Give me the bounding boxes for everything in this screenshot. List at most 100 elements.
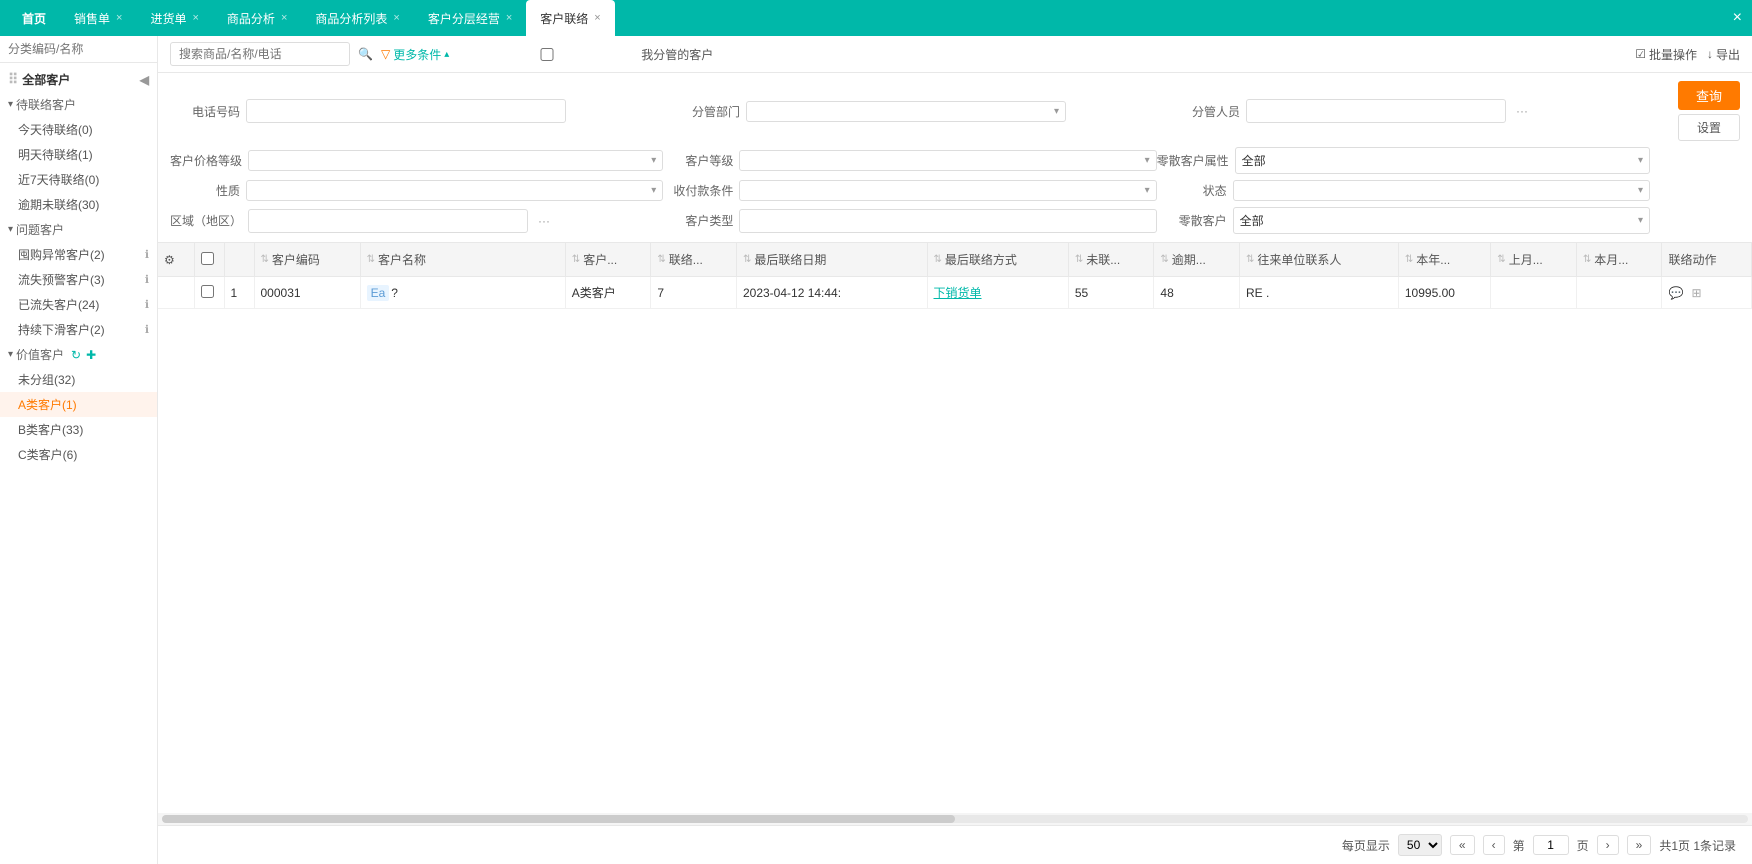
tab-analysis-label: 商品分析: [227, 10, 275, 27]
next-page-button[interactable]: ›: [1597, 835, 1619, 855]
settings-icon[interactable]: ⚙: [164, 253, 175, 267]
payment-select[interactable]: ▾: [739, 180, 1156, 201]
col-uncontact[interactable]: ⇅未联...: [1068, 243, 1154, 277]
my-customers-checkbox-label[interactable]: 我分管的客户: [457, 46, 713, 63]
sidebar-group-value[interactable]: ▾ 价值客户 ↻ ✚: [0, 342, 157, 367]
query-button[interactable]: 查询: [1678, 81, 1740, 110]
search-input[interactable]: [170, 42, 350, 66]
tab-customer-tier[interactable]: 客户分层经营 ×: [414, 0, 526, 36]
tab-customer-tier-close[interactable]: ×: [506, 12, 512, 24]
sidebar-item-hoarding[interactable]: 囤购异常客户(2) ℹ: [0, 242, 157, 267]
tab-home[interactable]: 首页: [8, 0, 60, 36]
sidebar-item-today[interactable]: 今天待联络(0): [0, 117, 157, 142]
sidebar-item-c-class[interactable]: C类客户(6): [0, 442, 157, 467]
sidebar-search-input[interactable]: [8, 42, 158, 56]
cell-last-way[interactable]: 下销货单: [927, 277, 1068, 309]
tab-customer-contact-close[interactable]: ×: [594, 12, 600, 24]
col-last-month[interactable]: ⇅上月...: [1491, 243, 1577, 277]
row-checkbox[interactable]: [201, 285, 214, 298]
churn-warning-info-icon: ℹ: [145, 273, 149, 286]
first-page-button[interactable]: «: [1450, 835, 1475, 855]
grid-icon[interactable]: ⊞: [1691, 286, 1701, 300]
sidebar-item-churn-warning[interactable]: 流失预警客户(3) ℹ: [0, 267, 157, 292]
sidebar-item-a-class[interactable]: A类客户(1): [0, 392, 157, 417]
sidebar-item-overdue[interactable]: 逾期未联络(30): [0, 192, 157, 217]
sidebar-item-churned[interactable]: 已流失客户(24) ℹ: [0, 292, 157, 317]
col-checkbox[interactable]: [194, 243, 224, 277]
region-input[interactable]: [248, 209, 528, 233]
retail-attr-select[interactable]: 全部 ▾: [1235, 147, 1650, 174]
sort-icon: ⇅: [1246, 254, 1254, 265]
scroll-thumb[interactable]: [162, 815, 955, 823]
page-number-input[interactable]: [1533, 835, 1569, 855]
sidebar-item-7days[interactable]: 近7天待联络(0): [0, 167, 157, 192]
col-name[interactable]: ⇅客户名称: [360, 243, 565, 277]
last-page-button[interactable]: »: [1627, 835, 1652, 855]
sidebar-item-b-class[interactable]: B类客户(33): [0, 417, 157, 442]
price-level-select[interactable]: ▾: [248, 150, 663, 171]
status-select[interactable]: ▾: [1233, 180, 1650, 201]
region-dots-button[interactable]: ···: [534, 214, 554, 228]
select-all-checkbox[interactable]: [201, 252, 214, 265]
search-button[interactable]: 🔍: [358, 47, 373, 61]
customer-level-select[interactable]: ▾: [739, 150, 1156, 171]
sidebar-all-customers-label: 全部客户: [22, 71, 70, 88]
nature-select[interactable]: ▾: [246, 180, 663, 201]
hoarding-info-icon: ℹ: [145, 248, 149, 261]
manager-input[interactable]: [1246, 99, 1506, 123]
batch-action-label: 批量操作: [1649, 46, 1697, 63]
col-settings[interactable]: ⚙: [158, 243, 194, 277]
tab-purchase[interactable]: 进货单 ×: [136, 0, 212, 36]
close-all-button[interactable]: ×: [1733, 9, 1742, 27]
tab-sales[interactable]: 销售单 ×: [60, 0, 136, 36]
sidebar-item-declining[interactable]: 持续下滑客户(2) ℹ: [0, 317, 157, 342]
tab-customer-contact[interactable]: 客户联络 ×: [526, 0, 614, 36]
filter-payment: 收付款条件 ▾: [663, 180, 1156, 201]
tab-purchase-close[interactable]: ×: [192, 12, 198, 24]
sidebar-group-problems[interactable]: ▾ 问题客户: [0, 217, 157, 242]
tab-analysis[interactable]: 商品分析 ×: [213, 0, 301, 36]
col-overdue[interactable]: ⇅逾期...: [1154, 243, 1240, 277]
col-last-way[interactable]: ⇅最后联络方式: [927, 243, 1068, 277]
col-this-month[interactable]: ⇅本月...: [1576, 243, 1662, 277]
col-code[interactable]: ⇅客户编码: [254, 243, 360, 277]
pending-arrow-icon: ▾: [8, 99, 13, 110]
dept-select[interactable]: ▾: [746, 101, 1066, 122]
col-last-date[interactable]: ⇅最后联络日期: [736, 243, 927, 277]
phone-input[interactable]: [246, 99, 566, 123]
col-last-way-label: 最后联络方式: [945, 251, 1017, 268]
per-page-select[interactable]: 50: [1398, 834, 1442, 856]
retail-attr-arrow: ▾: [1638, 155, 1643, 166]
cell-checkbox[interactable]: [194, 277, 224, 309]
col-this-year[interactable]: ⇅本年...: [1398, 243, 1490, 277]
value-add-icon[interactable]: ✚: [86, 348, 96, 362]
more-conditions-button[interactable]: ▽ 更多条件 ▴: [381, 46, 449, 63]
customer-type-input[interactable]: [739, 209, 1156, 233]
value-refresh-icon[interactable]: ↻: [71, 348, 81, 362]
my-customers-checkbox[interactable]: [457, 48, 637, 61]
comment-icon[interactable]: 💬: [1668, 286, 1683, 300]
horizontal-scroll-bar[interactable]: [158, 813, 1752, 825]
col-contacts-person[interactable]: ⇅往来单位联系人: [1240, 243, 1399, 277]
col-contact[interactable]: ⇅联络...: [651, 243, 737, 277]
table-row: 1 000031 Ea? A类客户 7 2023-04-12 14:44: 下销…: [158, 277, 1752, 309]
tab-sales-close[interactable]: ×: [116, 12, 122, 24]
last-contact-way-link[interactable]: 下销货单: [934, 286, 982, 300]
manager-dots-button[interactable]: ···: [1512, 104, 1532, 118]
cell-contact: 7: [651, 277, 737, 309]
settings-button[interactable]: 设置: [1678, 114, 1740, 141]
tab-analysis-list[interactable]: 商品分析列表 ×: [301, 0, 413, 36]
export-button[interactable]: ↓ 导出: [1707, 46, 1740, 63]
sidebar-item-tomorrow[interactable]: 明天待联络(1): [0, 142, 157, 167]
tab-analysis-close[interactable]: ×: [281, 12, 287, 24]
sidebar-item-ungrouped[interactable]: 未分组(32): [0, 367, 157, 392]
filter-actions: ☑ 批量操作 ↓ 导出: [1635, 46, 1740, 63]
tab-analysis-list-close[interactable]: ×: [393, 12, 399, 24]
sidebar-collapse-button[interactable]: ◀: [140, 73, 149, 87]
col-level[interactable]: ⇅客户...: [565, 243, 651, 277]
retail-select[interactable]: 全部 ▾: [1233, 207, 1650, 234]
prev-page-button[interactable]: ‹: [1483, 835, 1505, 855]
batch-action-button[interactable]: ☑ 批量操作: [1635, 46, 1697, 63]
sidebar-group-pending[interactable]: ▾ 待联络客户: [0, 92, 157, 117]
filter-region: 区域（地区） ···: [170, 209, 663, 233]
